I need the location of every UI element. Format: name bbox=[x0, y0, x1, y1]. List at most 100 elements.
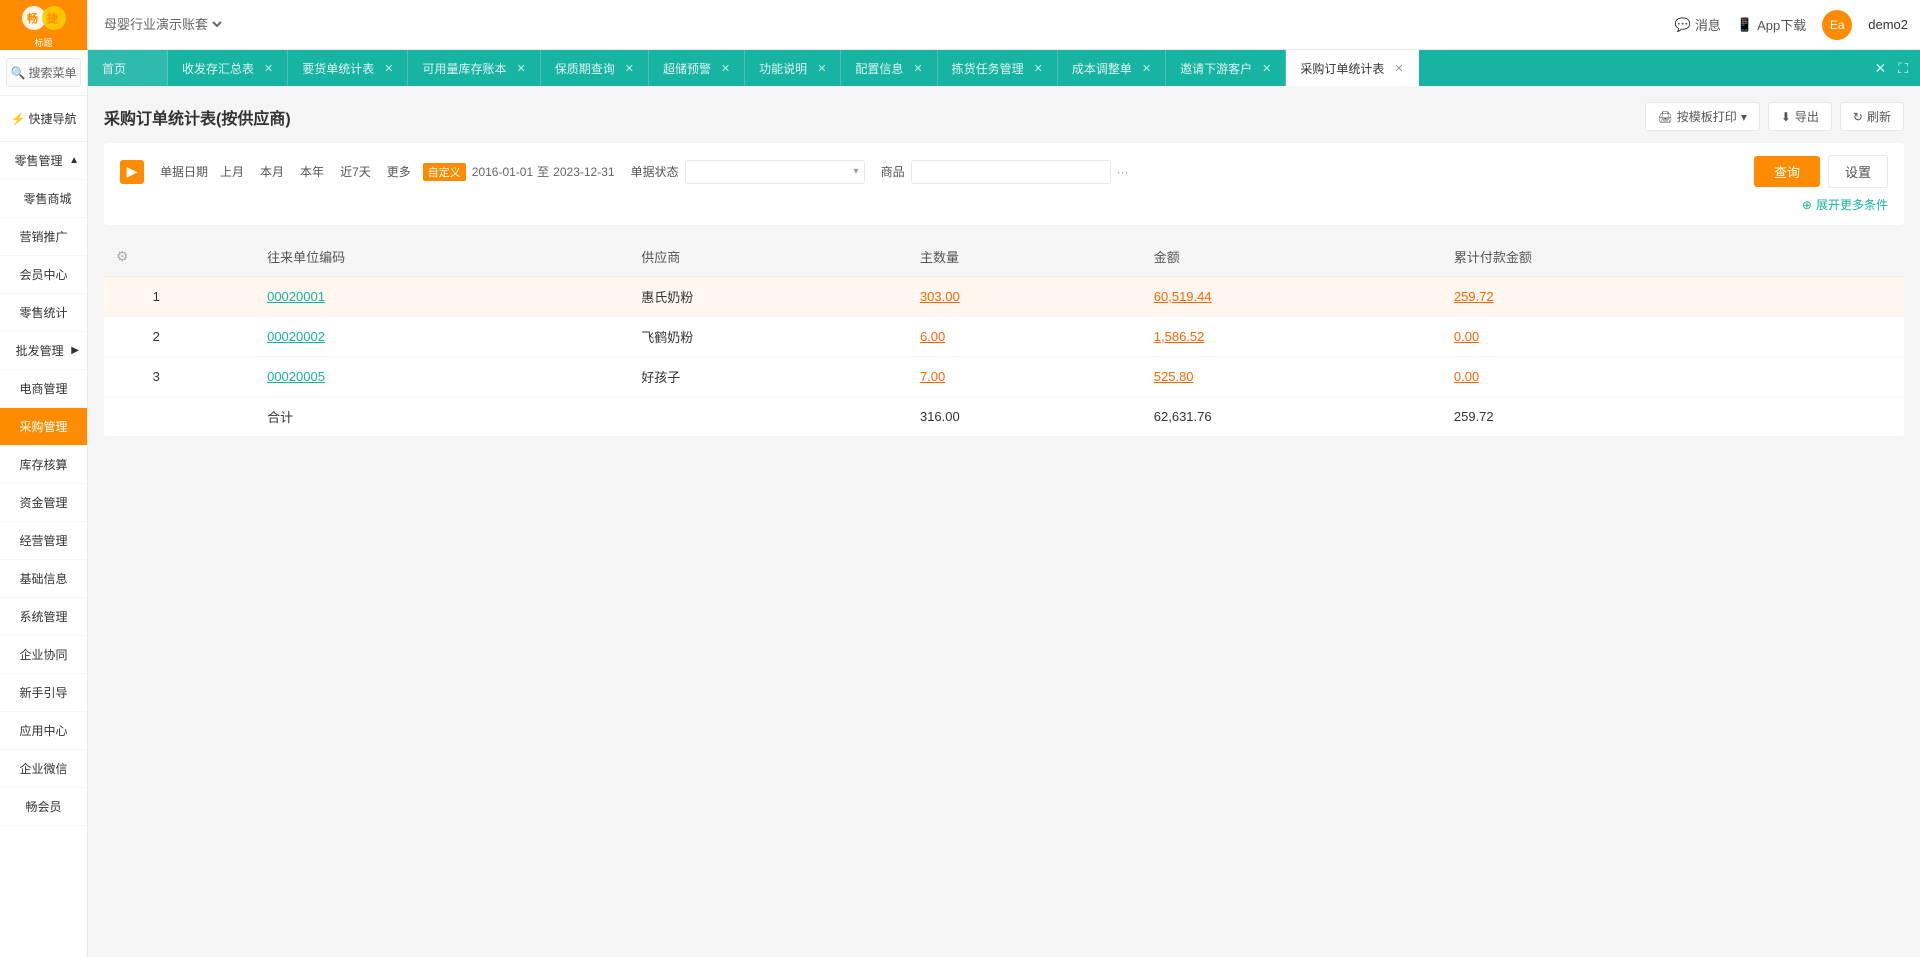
search-menu-button[interactable]: 🔍 搜索菜单 bbox=[6, 58, 81, 87]
tab-home[interactable]: 首页 bbox=[88, 50, 168, 86]
amount-link[interactable]: 60,519.44 bbox=[1154, 289, 1212, 304]
close-all-tabs-button[interactable]: ✕ bbox=[1870, 58, 1890, 79]
sidebar-item-retail-shop[interactable]: 零售商城 bbox=[0, 180, 87, 218]
this-year-btn[interactable]: 本年 bbox=[294, 161, 330, 182]
status-select[interactable] bbox=[685, 160, 865, 184]
settings-button[interactable]: 设置 bbox=[1828, 155, 1888, 188]
sidebar-item-wholesale[interactable]: 批发管理 ▶ bbox=[0, 332, 87, 370]
sidebar-item-inventory[interactable]: 库存核算 bbox=[0, 446, 87, 484]
paid-link[interactable]: 0.00 bbox=[1454, 329, 1479, 344]
column-settings-icon[interactable]: ⚙ bbox=[116, 248, 129, 264]
tab-invite-customer[interactable]: 邀请下游客户 ✕ bbox=[1166, 50, 1286, 86]
close-icon[interactable]: ✕ bbox=[817, 62, 826, 75]
sidebar-item-app-center[interactable]: 应用中心 bbox=[0, 712, 87, 750]
app-download-button[interactable]: 📱 App下载 bbox=[1737, 15, 1806, 34]
sidebar-item-purchase[interactable]: 采购管理 bbox=[0, 408, 87, 446]
query-action-group: 查询 设置 bbox=[1754, 155, 1888, 188]
account-selector[interactable]: 母婴行业演示账套 bbox=[100, 16, 225, 33]
close-icon[interactable]: ✕ bbox=[1142, 62, 1151, 75]
page-header: 采购订单统计表(按供应商) 🖨 按模板打印 ▾ ⬇ 导出 ↻ 刷新 bbox=[104, 102, 1904, 131]
export-button[interactable]: ⬇ 导出 bbox=[1768, 102, 1832, 131]
sidebar-item-vip[interactable]: 畅会员 bbox=[0, 788, 87, 826]
expand-label: 展开更多条件 bbox=[1816, 196, 1888, 213]
tab-label: 保质期查询 bbox=[555, 60, 615, 77]
tab-function-desc[interactable]: 功能说明 ✕ bbox=[745, 50, 841, 86]
chevron-right-icon: ▶ bbox=[71, 345, 79, 356]
close-icon[interactable]: ✕ bbox=[516, 62, 525, 75]
more-dates-btn[interactable]: 更多 bbox=[381, 161, 417, 182]
export-icon: ⬇ bbox=[1781, 110, 1791, 124]
th-quantity: 主数量 bbox=[908, 237, 1142, 277]
close-icon[interactable]: ✕ bbox=[384, 62, 393, 75]
quantity-link[interactable]: 6.00 bbox=[920, 329, 945, 344]
close-icon[interactable]: ✕ bbox=[1262, 62, 1271, 75]
sidebar-item-ecommerce[interactable]: 电商管理 bbox=[0, 370, 87, 408]
tab-available-stock[interactable]: 可用量库存账本 ✕ bbox=[408, 50, 540, 86]
username-label[interactable]: demo2 bbox=[1868, 17, 1908, 32]
tab-purchase-stats[interactable]: 要货单统计表 ✕ bbox=[288, 50, 408, 86]
cell-empty bbox=[1816, 357, 1904, 397]
footer-empty bbox=[1816, 397, 1904, 437]
print-button[interactable]: 🖨 按模板打印 ▾ bbox=[1645, 102, 1760, 131]
supplier-code-link[interactable]: 00020002 bbox=[267, 329, 325, 344]
quantity-link[interactable]: 303.00 bbox=[920, 289, 960, 304]
sidebar-item-retail-stats[interactable]: 零售统计 bbox=[0, 294, 87, 332]
sidebar-item-new-guide[interactable]: 新手引导 bbox=[0, 674, 87, 712]
close-icon[interactable]: ✕ bbox=[913, 62, 922, 75]
sidebar-item-marketing[interactable]: 营销推广 bbox=[0, 218, 87, 256]
tab-home-label: 首页 bbox=[102, 60, 126, 77]
paid-link[interactable]: 259.72 bbox=[1454, 289, 1494, 304]
last-month-btn[interactable]: 上月 bbox=[214, 161, 250, 182]
close-icon[interactable]: ✕ bbox=[625, 62, 634, 75]
sidebar-item-enterprise[interactable]: 企业协同 bbox=[0, 636, 87, 674]
expand-conditions-button[interactable]: ⊕ 展开更多条件 bbox=[1802, 196, 1888, 213]
tab-label: 收发存汇总表 bbox=[182, 60, 254, 77]
th-index bbox=[141, 237, 256, 277]
topbar: 母婴行业演示账套 💬 消息 📱 App下载 Ea demo2 bbox=[88, 0, 1920, 50]
cell-supplier-name: 惠氏奶粉 bbox=[629, 277, 908, 317]
tab-expiry-query[interactable]: 保质期查询 ✕ bbox=[541, 50, 649, 86]
more-options-icon[interactable]: ··· bbox=[1117, 165, 1129, 179]
amount-link[interactable]: 525.80 bbox=[1154, 369, 1194, 384]
filter-toggle-button[interactable]: ▶ bbox=[120, 160, 144, 184]
sidebar-search-section: 🔍 搜索菜单 bbox=[0, 50, 87, 96]
message-button[interactable]: 💬 消息 bbox=[1675, 15, 1721, 34]
product-input[interactable] bbox=[911, 160, 1111, 184]
expand-tabs-button[interactable]: ⛶ bbox=[1894, 58, 1912, 79]
custom-date-badge: 自定义 bbox=[423, 163, 466, 181]
sidebar-item-basic-info[interactable]: 基础信息 bbox=[0, 560, 87, 598]
refresh-button[interactable]: ↻ 刷新 bbox=[1840, 102, 1904, 131]
close-icon[interactable]: ✕ bbox=[1034, 62, 1043, 75]
sidebar-item-member[interactable]: 会员中心 bbox=[0, 256, 87, 294]
tab-purchase-order-stats[interactable]: 采购订单统计表 ✕ bbox=[1286, 50, 1418, 86]
query-button[interactable]: 查询 bbox=[1754, 156, 1820, 187]
date-separator: 至 bbox=[537, 163, 549, 180]
tab-overstock[interactable]: 超储预警 ✕ bbox=[649, 50, 745, 86]
sidebar-item-retail[interactable]: 零售管理 ▲ bbox=[0, 142, 87, 180]
sidebar-item-system[interactable]: 系统管理 bbox=[0, 598, 87, 636]
this-month-btn[interactable]: 本月 bbox=[254, 161, 290, 182]
quantity-link[interactable]: 7.00 bbox=[920, 369, 945, 384]
search-icon: 🔍 bbox=[11, 66, 26, 80]
quick-nav-button[interactable]: ⚡ 快捷导航 bbox=[6, 104, 81, 133]
sidebar-item-finance[interactable]: 资金管理 bbox=[0, 484, 87, 522]
close-icon[interactable]: ✕ bbox=[1394, 62, 1403, 75]
cell-quantity: 303.00 bbox=[908, 277, 1142, 317]
supplier-code-link[interactable]: 00020001 bbox=[267, 289, 325, 304]
avatar[interactable]: Ea bbox=[1822, 10, 1852, 40]
tab-cost-adjust[interactable]: 成本调整单 ✕ bbox=[1058, 50, 1166, 86]
amount-link[interactable]: 1,586.52 bbox=[1154, 329, 1205, 344]
sidebar-item-operations[interactable]: 经营管理 bbox=[0, 522, 87, 560]
page-actions: 🖨 按模板打印 ▾ ⬇ 导出 ↻ 刷新 bbox=[1645, 102, 1904, 131]
paid-link[interactable]: 0.00 bbox=[1454, 369, 1479, 384]
last-7days-btn[interactable]: 近7天 bbox=[334, 161, 377, 182]
supplier-code-link[interactable]: 00020005 bbox=[267, 369, 325, 384]
close-icon[interactable]: ✕ bbox=[721, 62, 730, 75]
tab-pick-task[interactable]: 拣货任务管理 ✕ bbox=[938, 50, 1058, 86]
tab-config-info[interactable]: 配置信息 ✕ bbox=[841, 50, 937, 86]
sidebar-item-enterprise-wechat[interactable]: 企业微信 bbox=[0, 750, 87, 788]
table-row: 2 00020002 飞鹤奶粉 6.00 1,586.52 0.00 bbox=[104, 317, 1904, 357]
close-icon[interactable]: ✕ bbox=[264, 62, 273, 75]
date-range: 2016-01-01 至 2023-12-31 bbox=[472, 163, 615, 180]
tab-receive-summary[interactable]: 收发存汇总表 ✕ bbox=[168, 50, 288, 86]
